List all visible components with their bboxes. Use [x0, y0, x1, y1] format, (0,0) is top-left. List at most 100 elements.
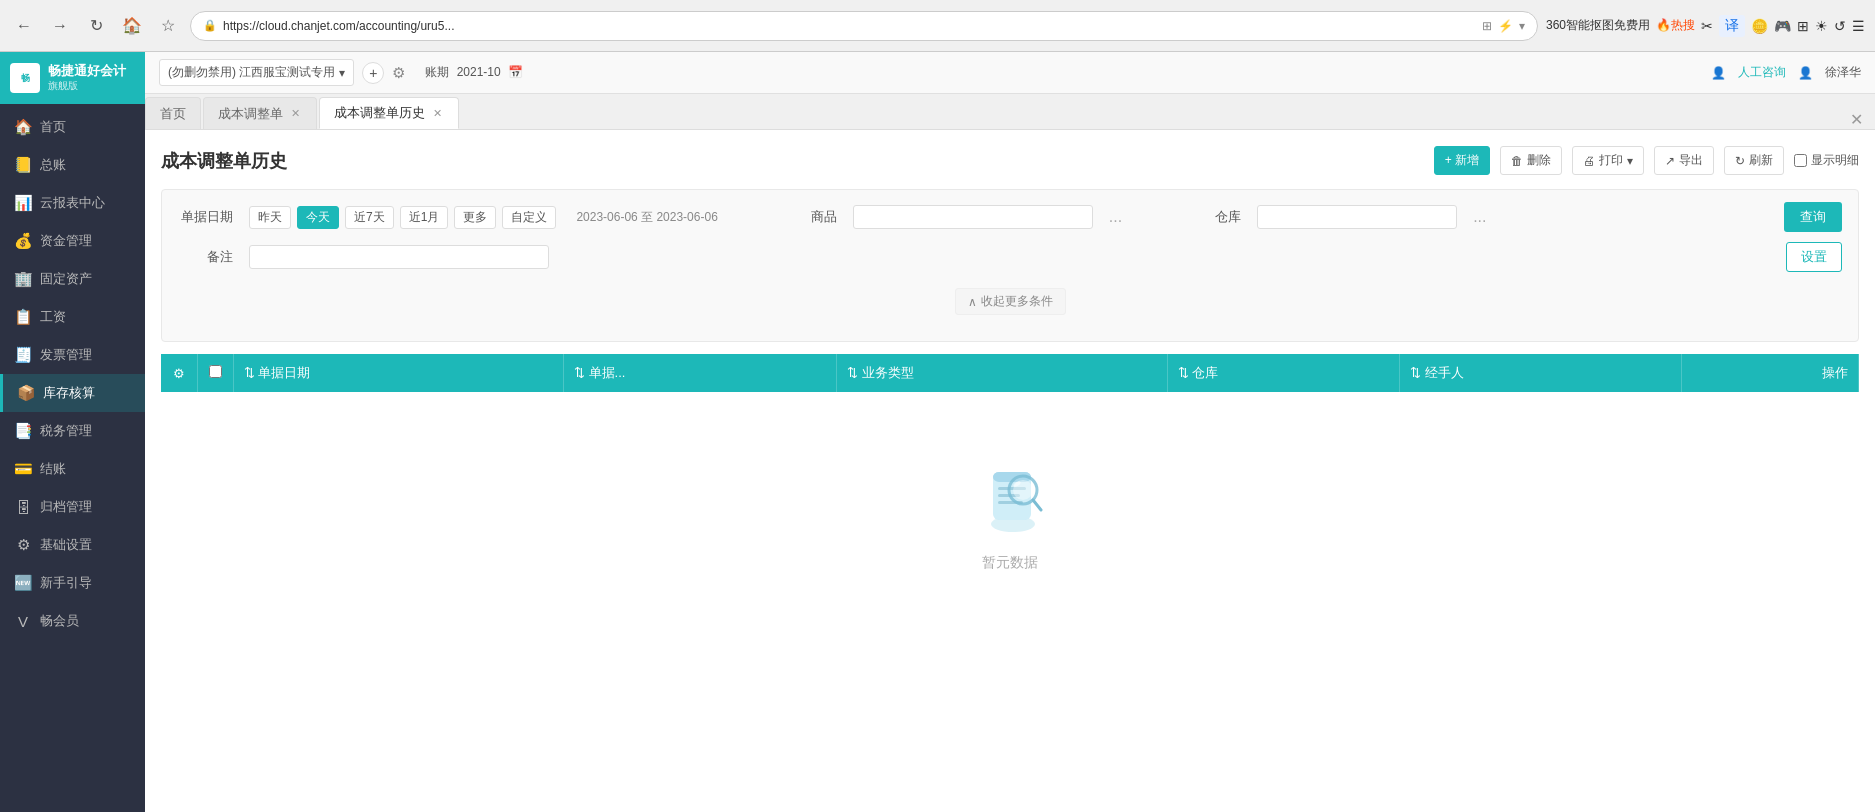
- bookmark-button[interactable]: ☆: [154, 12, 182, 40]
- sidebar-icon-inventory: 📦: [17, 384, 35, 402]
- company-selector[interactable]: (勿删勿禁用) 江西服宝测试专用 ▾: [159, 59, 354, 86]
- setting-button[interactable]: 设置: [1786, 242, 1842, 272]
- th-checkbox[interactable]: [197, 354, 233, 392]
- expand-icon: ⊞: [1482, 19, 1492, 33]
- print-button[interactable]: 🖨 打印 ▾: [1572, 146, 1644, 175]
- url-bar[interactable]: 🔒 https://cloud.chanjet.com/accounting/u…: [190, 11, 1538, 41]
- sidebar-item-invoice[interactable]: 🧾 发票管理: [0, 336, 145, 374]
- sidebar-item-funds[interactable]: 💰 资金管理: [0, 222, 145, 260]
- warehouse-input[interactable]: [1257, 205, 1457, 229]
- collapse-button[interactable]: ∧ 收起更多条件: [955, 288, 1066, 315]
- th-number[interactable]: ⇅ 单据...: [563, 354, 836, 392]
- app-subtitle: 旗舰版: [48, 79, 126, 93]
- consultant-label[interactable]: 人工咨询: [1738, 64, 1786, 81]
- refresh-icon: ↻: [1735, 154, 1745, 168]
- sidebar-item-vip[interactable]: V 畅会员: [0, 602, 145, 640]
- sidebar-item-payroll[interactable]: 📋 工资: [0, 298, 145, 336]
- top-bar: (勿删勿禁用) 江西服宝测试专用 ▾ + ⚙ 账期 2021-10 📅 👤 人工…: [145, 52, 1875, 94]
- note-input[interactable]: [249, 245, 549, 269]
- tab-cost-adjust-history[interactable]: 成本调整单历史 ✕: [319, 97, 459, 129]
- settings-gear-icon[interactable]: ⚙: [392, 64, 405, 82]
- today-btn[interactable]: 今天: [297, 206, 339, 229]
- date-filter-row: 单据日期 昨天 今天 近7天 近1月 更多 自定义 2023-06-06 至 2…: [178, 202, 1842, 232]
- hot-search-badge[interactable]: 🔥热搜: [1656, 17, 1695, 34]
- main-content: (勿删勿禁用) 江西服宝测试专用 ▾ + ⚙ 账期 2021-10 📅 👤 人工…: [145, 52, 1875, 812]
- export-button[interactable]: ↗ 导出: [1654, 146, 1714, 175]
- translate-icon[interactable]: 译: [1719, 15, 1745, 37]
- th-operator[interactable]: ⇅ 经手人: [1400, 354, 1681, 392]
- tab-cost-adjust[interactable]: 成本调整单 ✕: [203, 97, 317, 129]
- sun-icon[interactable]: ☀: [1815, 18, 1828, 34]
- scissors-icon[interactable]: ✂: [1701, 18, 1713, 34]
- th-biz-type[interactable]: ⇅ 业务类型: [837, 354, 1167, 392]
- add-company-button[interactable]: +: [362, 62, 384, 84]
- sidebar-item-archive[interactable]: 🗄 归档管理: [0, 488, 145, 526]
- forward-button[interactable]: →: [46, 12, 74, 40]
- show-detail-checkbox-label[interactable]: 显示明细: [1794, 152, 1859, 169]
- sidebar-label-assets: 固定资产: [40, 270, 92, 288]
- th-operations: 操作: [1681, 354, 1858, 392]
- collapse-up-icon: ∧: [968, 295, 977, 309]
- empty-state: 暂元数据: [161, 392, 1859, 632]
- reload-button[interactable]: ↻: [82, 12, 110, 40]
- tab-cost-adjust-label: 成本调整单: [218, 105, 283, 123]
- tab-cost-adjust-close[interactable]: ✕: [289, 107, 302, 120]
- browser-right-controls: 360智能抠图免费用 🔥热搜 ✂ 译 🪙 🎮 ⊞ ☀ ↺ ☰: [1546, 15, 1865, 37]
- close-all-button[interactable]: ✕: [1838, 110, 1875, 129]
- product-input[interactable]: [853, 205, 1093, 229]
- grid-icon[interactable]: ⊞: [1797, 18, 1809, 34]
- refresh-button[interactable]: ↻ 刷新: [1724, 146, 1784, 175]
- calendar-icon[interactable]: 📅: [508, 65, 523, 79]
- 1month-btn[interactable]: 近1月: [400, 206, 449, 229]
- sidebar-item-ledger[interactable]: 📒 总账: [0, 146, 145, 184]
- 7days-btn[interactable]: 近7天: [345, 206, 394, 229]
- sidebar-item-reports[interactable]: 📊 云报表中心: [0, 184, 145, 222]
- sidebar-item-tax[interactable]: 📑 税务管理: [0, 412, 145, 450]
- th-date[interactable]: ⇅ 单据日期: [233, 354, 563, 392]
- query-button[interactable]: 查询: [1784, 202, 1842, 232]
- custom-btn[interactable]: 自定义: [502, 206, 556, 229]
- delete-button[interactable]: 🗑 删除: [1500, 146, 1562, 175]
- game-icon[interactable]: 🎮: [1774, 18, 1791, 34]
- add-button[interactable]: + 新增: [1434, 146, 1490, 175]
- sidebar: 畅 畅捷通好会计 旗舰版 🏠 首页 📒 总账 📊 云报表中心 💰 资金管理 🏢 …: [0, 52, 145, 812]
- th-warehouse[interactable]: ⇅ 仓库: [1167, 354, 1399, 392]
- sidebar-header: 畅 畅捷通好会计 旗舰版: [0, 52, 145, 104]
- warehouse-label: 仓库: [1186, 208, 1241, 226]
- sidebar-item-settings[interactable]: ⚙ 基础设置: [0, 526, 145, 564]
- consultant-icon: 👤: [1711, 66, 1726, 80]
- user-label[interactable]: 徐泽华: [1825, 64, 1861, 81]
- sidebar-icon-home: 🏠: [14, 118, 32, 136]
- collapse-row: ∧ 收起更多条件: [178, 282, 1842, 321]
- product-more-btn[interactable]: ...: [1109, 208, 1122, 226]
- th-settings[interactable]: ⚙: [161, 354, 197, 392]
- ssl-icon: 🔒: [203, 19, 217, 32]
- action-btns: 查询: [1784, 202, 1842, 232]
- sidebar-item-inventory[interactable]: 📦 库存核算: [0, 374, 145, 412]
- warehouse-more-btn[interactable]: ...: [1473, 208, 1486, 226]
- sidebar-item-guide[interactable]: 🆕 新手引导: [0, 564, 145, 602]
- sidebar-item-assets[interactable]: 🏢 固定资产: [0, 260, 145, 298]
- sidebar-item-home[interactable]: 🏠 首页: [0, 108, 145, 146]
- sidebar-label-funds: 资金管理: [40, 232, 92, 250]
- company-dropdown-icon: ▾: [339, 66, 345, 80]
- sidebar-item-settlement[interactable]: 💳 结账: [0, 450, 145, 488]
- page-area: 成本调整单历史 + 新增 🗑 删除 🖨 打印 ▾ ↗ 导出: [145, 130, 1875, 812]
- yesterday-btn[interactable]: 昨天: [249, 206, 291, 229]
- undo-icon[interactable]: ↺: [1834, 18, 1846, 34]
- tab-home-label: 首页: [160, 105, 186, 123]
- sidebar-icon-payroll: 📋: [14, 308, 32, 326]
- select-all-checkbox[interactable]: [209, 365, 222, 378]
- menu-icon[interactable]: ☰: [1852, 18, 1865, 34]
- tab-cost-adjust-history-close[interactable]: ✕: [431, 107, 444, 120]
- note-label: 备注: [178, 248, 233, 266]
- coin-icon[interactable]: 🪙: [1751, 18, 1768, 34]
- more-btn[interactable]: 更多: [454, 206, 496, 229]
- home-button[interactable]: 🏠: [118, 12, 146, 40]
- tab-bar: 首页 成本调整单 ✕ 成本调整单历史 ✕ ✕: [145, 94, 1875, 130]
- chevron-down-icon[interactable]: ▾: [1519, 19, 1525, 33]
- show-detail-checkbox[interactable]: [1794, 154, 1807, 167]
- back-button[interactable]: ←: [10, 12, 38, 40]
- tab-home[interactable]: 首页: [145, 97, 201, 129]
- page-title: 成本调整单历史: [161, 149, 287, 173]
